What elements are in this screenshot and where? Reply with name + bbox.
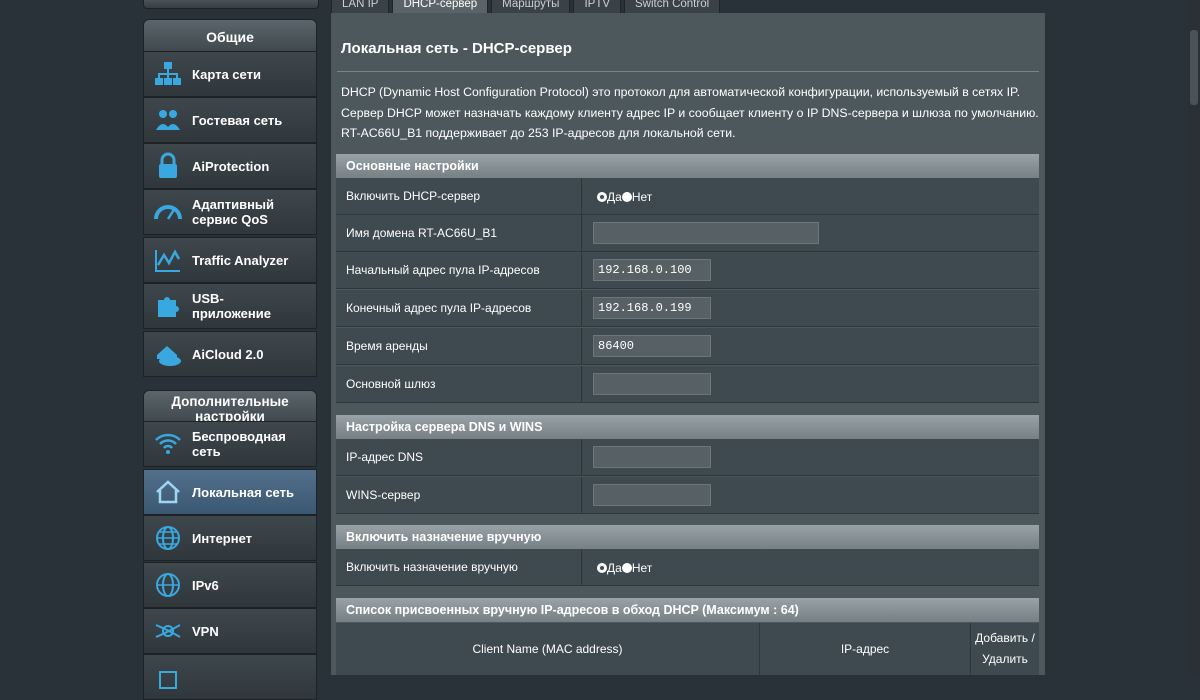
firewall-icon [144,662,192,692]
sidebar-item-aiprotection[interactable]: AiProtection [143,143,317,189]
sidebar-item-lan[interactable]: Локальная сеть [143,469,317,515]
wifi-icon [144,429,192,459]
page-scrollbar[interactable] [1188,0,1200,675]
row-lease-time: Время аренды 86400 [336,328,1039,365]
scrollbar-thumb[interactable] [1190,30,1198,105]
page-description: DHCP (Dynamic Host Configuration Protoco… [341,85,1039,140]
dhcp-yes-radio[interactable] [597,192,607,202]
sidebar-item-label: IPv6 [192,577,219,593]
sidebar-item-network-map[interactable]: Карта сети [143,51,317,97]
ipv6-globe-icon [144,570,192,600]
col-remove-label: Удалить [982,652,1028,666]
row-pool-end: Конечный адрес пула IP-адресов 192.168.0… [336,290,1039,327]
sidebar-item-label: AiCloud 2.0 [192,346,264,362]
lease-time-label: Время аренды [346,339,428,353]
section-manual-list-header: Список присвоенных вручную IP-адресов в … [336,598,1039,622]
sidebar-item-internet[interactable]: Интернет [143,515,317,561]
dns-label: IP-адрес DNS [346,450,424,464]
sidebar-item-traffic-analyzer[interactable]: Traffic Analyzer [143,237,317,283]
wins-input[interactable] [593,484,711,506]
globe-icon [144,523,192,553]
sidebar-top-stub [143,0,319,9]
wins-label: WINS-сервер [346,488,421,502]
traffic-chart-icon [144,245,192,275]
main-panel: Локальная сеть - DHCP-сервер DHCP (Dynam… [331,13,1045,675]
manual-enable-label: Включить назначение вручную [346,560,518,574]
row-manual-enable: Включить назначение вручную Да Нет [336,549,1039,586]
sidebar-item-label: Интернет [192,530,253,546]
dhcp-yes-label: Да [607,190,622,204]
speedometer-icon [144,197,192,227]
lease-time-input[interactable]: 86400 [593,335,711,357]
sidebar-item-ipv6[interactable]: IPv6 [143,562,317,608]
cloud-home-icon [144,339,192,369]
row-dns: IP-адрес DNS [336,439,1039,476]
network-map-icon [144,59,192,89]
sidebar: Общие Карта сети Гостевая сеть AiProtect… [143,0,319,700]
sidebar-item-partial[interactable] [143,654,317,700]
tab-iptv[interactable]: IPTV [573,0,622,14]
col-ip-address: IP-адрес [840,641,890,656]
dhcp-radio-group: Да Нет [597,190,652,204]
tab-switch-control[interactable]: Switch Control [624,0,721,14]
sidebar-item-guest-network[interactable]: Гостевая сеть [143,97,317,143]
sidebar-general-header: Общие [143,19,317,52]
row-pool-start: Начальный адрес пула IP-адресов 192.168.… [336,252,1039,289]
sidebar-item-vpn[interactable]: VPN [143,608,317,654]
tab-lan-ip[interactable]: LAN IP [331,0,390,14]
sidebar-item-usb[interactable]: USB-приложение [143,283,317,329]
sidebar-item-aicloud[interactable]: AiCloud 2.0 [143,331,317,377]
sidebar-item-label: Гостевая сеть [192,112,283,128]
pool-end-label: Конечный адрес пула IP-адресов [346,301,532,315]
section-basic-header: Основные настройки [336,154,1039,178]
domain-input[interactable] [593,222,819,244]
col-client-name: Client Name (MAC address) [472,641,623,656]
enable-dhcp-label: Включить DHCP-сервер [346,189,481,203]
sidebar-item-label: VPN [192,623,219,639]
gateway-label: Основной шлюз [346,377,436,391]
manual-radio-group: Да Нет [597,561,652,575]
manual-no-label: Нет [631,561,653,575]
row-enable-dhcp: Включить DHCP-сервер Да Нет [336,178,1039,215]
sidebar-item-label: Локальная сеть [192,484,294,500]
sidebar-item-label: AiProtection [192,158,270,174]
pool-end-input[interactable]: 192.168.0.199 [593,297,711,319]
title-divider [337,71,1039,72]
pool-start-input[interactable]: 192.168.0.100 [593,259,711,281]
manual-yes-radio[interactable] [597,563,607,573]
sidebar-item-label: Беспроводная сеть [192,429,286,459]
dhcp-no-radio[interactable] [621,192,632,202]
puzzle-icon [144,291,192,321]
page-title: Локальная сеть - DHCP-сервер [341,40,572,57]
col-add-label: Добавить / [975,631,1035,645]
lock-icon [144,151,192,181]
row-gateway: Основной шлюз [336,366,1039,403]
sidebar-item-label: USB-приложение [192,291,271,321]
vpn-icon [144,616,192,646]
dns-input[interactable] [593,446,711,468]
sidebar-item-label: Карта сети [192,66,261,82]
tab-dhcp-server[interactable]: DHCP-сервер [392,0,489,14]
home-icon [144,477,192,507]
tab-routes[interactable]: Маршруты [491,0,571,14]
sidebar-item-wireless[interactable]: Беспроводная сеть [143,421,317,467]
section-dns-header: Настройка сервера DNS и WINS [336,415,1039,439]
dhcp-no-label: Нет [631,190,653,204]
col-add-remove: Добавить / Удалить [971,623,1039,675]
section-manual-header: Включить назначение вручную [336,525,1039,549]
row-wins: WINS-сервер [336,477,1039,514]
domain-label: Имя домена RT-AC66U_B1 [346,226,498,240]
pool-start-label: Начальный адрес пула IP-адресов [346,263,540,277]
sidebar-item-label: Адаптивный сервис QoS [192,197,275,227]
sidebar-item-qos[interactable]: Адаптивный сервис QoS [143,189,317,235]
guest-network-icon [144,105,192,135]
sidebar-item-label: Traffic Analyzer [192,252,289,268]
row-domain: Имя домена RT-AC66U_B1 [336,215,1039,252]
tab-bar: LAN IP DHCP-сервер Маршруты IPTV Switch … [331,0,723,14]
manual-no-radio[interactable] [621,563,632,573]
manual-yes-label: Да [607,561,622,575]
manual-list-table-header: Client Name (MAC address) IP-адрес Добав… [336,623,1039,675]
sidebar-advanced-header: Дополнительные настройки [143,390,317,424]
gateway-input[interactable] [593,373,711,395]
